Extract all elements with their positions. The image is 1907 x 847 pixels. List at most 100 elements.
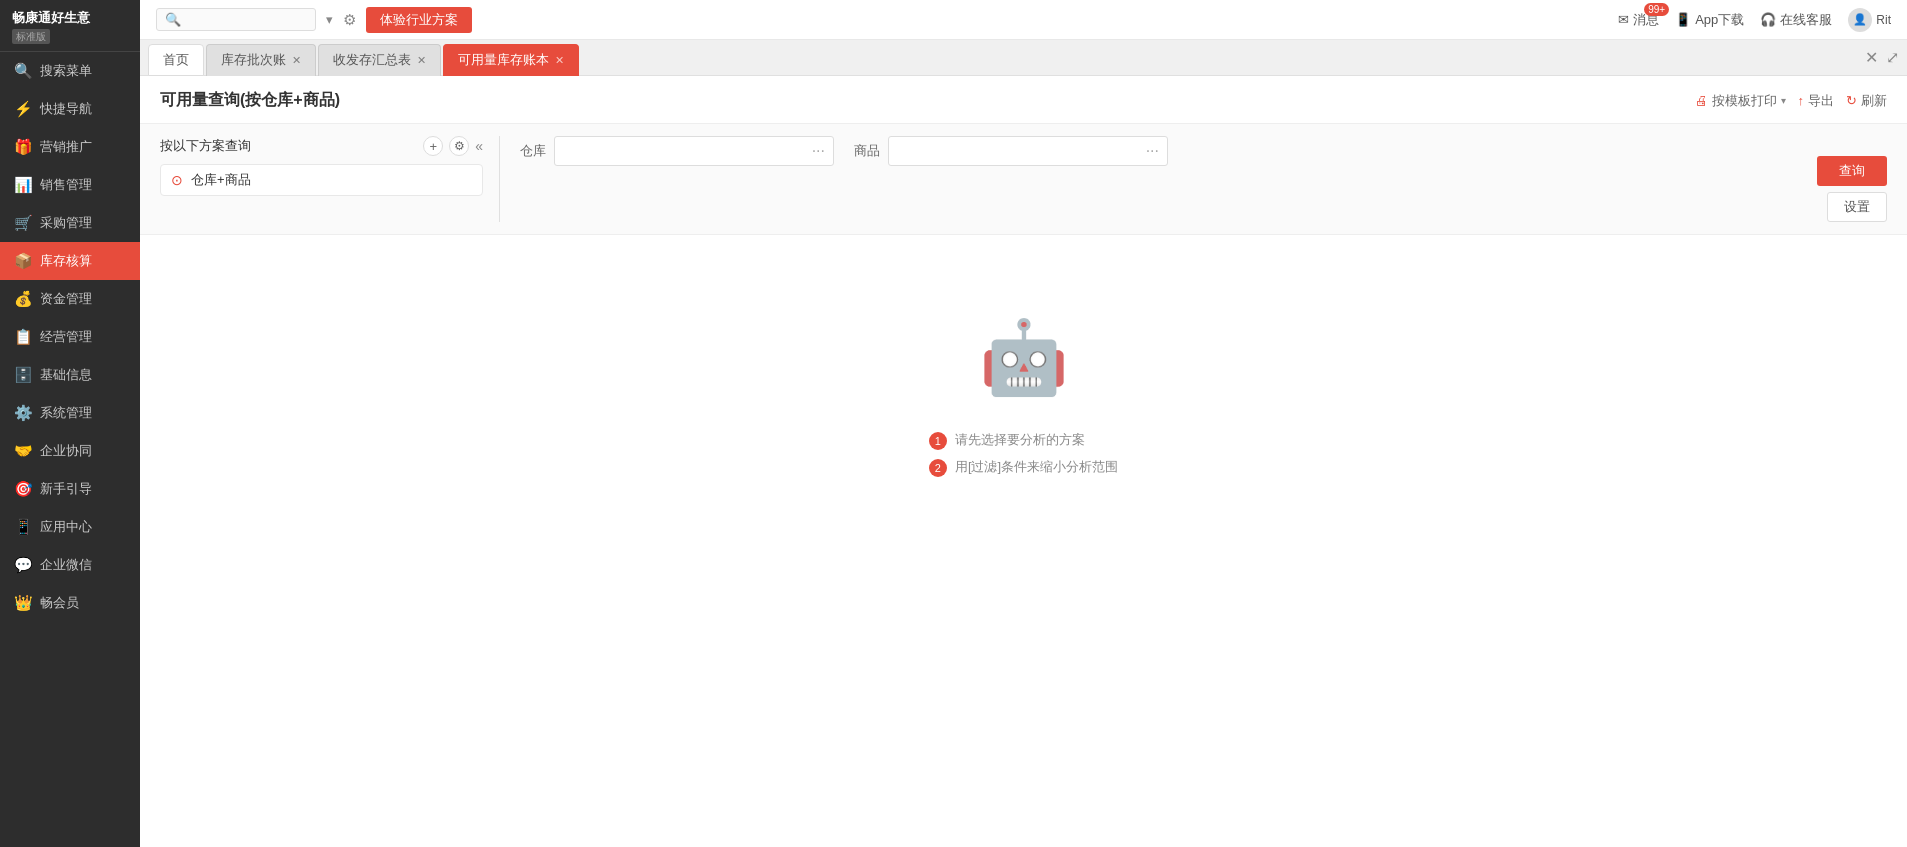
topbar: 🔍 ▾ ⚙ 体验行业方案 ✉ 消息 99+ 📱 App下载 🎧 在线客服 👤 R… — [140, 0, 1907, 40]
tab-close-batch[interactable]: ✕ — [292, 54, 301, 67]
chevron-down-icon[interactable]: ▾ — [1781, 95, 1786, 106]
tab-home[interactable]: 首页 — [148, 44, 204, 76]
gear-icon[interactable]: ⚙ — [343, 11, 356, 29]
tabs-actions: ✕ ⤢ — [1865, 48, 1899, 67]
sidebar-item-member[interactable]: 👑 畅会员 — [0, 584, 140, 622]
shortcut-icon: ⚡ — [14, 100, 32, 118]
empty-robot-icon: 🤖 — [974, 315, 1074, 400]
chart-icon: 📊 — [14, 176, 32, 194]
sidebar-item-sales[interactable]: 📊 销售管理 — [0, 166, 140, 204]
dropdown-icon[interactable]: ▾ — [326, 12, 333, 27]
sidebar-item-inventory[interactable]: 📦 库存核算 — [0, 242, 140, 280]
phone-icon: 📱 — [1675, 12, 1691, 27]
page-title: 可用量查询(按仓库+商品) — [160, 90, 340, 111]
sidebar-item-marketing[interactable]: 🎁 营销推广 — [0, 128, 140, 166]
sidebar-header: 畅康通好生意 标准版 — [0, 0, 140, 52]
tabs-bar: 首页 库存批次账 ✕ 收发存汇总表 ✕ 可用量库存账本 ✕ ✕ ⤢ — [140, 40, 1907, 76]
sidebar-item-shortcut[interactable]: ⚡ 快捷导航 — [0, 90, 140, 128]
tip-number-2: 2 — [929, 459, 947, 477]
settings-button[interactable]: 设置 — [1827, 192, 1887, 222]
sidebar-item-enterprise[interactable]: 🤝 企业协同 — [0, 432, 140, 470]
refresh-icon: ↻ — [1846, 93, 1857, 108]
sidebar: 畅康通好生意 标准版 🔍 搜索菜单 ⚡ 快捷导航 🎁 营销推广 📊 销售管理 🛒… — [0, 0, 140, 847]
clipboard-icon: 📋 — [14, 328, 32, 346]
gift-icon: 🎁 — [14, 138, 32, 156]
export-button[interactable]: ↑ 导出 — [1798, 92, 1835, 110]
query-scheme-panel: 按以下方案查询 + ⚙ « ⊙ 仓库+商品 — [160, 136, 500, 222]
handshake-icon: 🤝 — [14, 442, 32, 460]
settings-scheme-button[interactable]: ⚙ — [449, 136, 469, 156]
sidebar-item-newbie[interactable]: 🎯 新手引导 — [0, 470, 140, 508]
query-scheme-title: 按以下方案查询 — [160, 137, 251, 155]
tab-summary[interactable]: 收发存汇总表 ✕ — [318, 44, 441, 76]
warehouse-more-icon[interactable]: ··· — [812, 142, 825, 160]
query-scheme-header: 按以下方案查询 + ⚙ « — [160, 136, 483, 156]
tab-available[interactable]: 可用量库存账本 ✕ — [443, 44, 579, 76]
filter-product: 商品 ··· — [854, 136, 1168, 166]
refresh-button[interactable]: ↻ 刷新 — [1846, 92, 1887, 110]
database-icon: 🗄️ — [14, 366, 32, 384]
money-icon: 💰 — [14, 290, 32, 308]
tab-close-summary[interactable]: ✕ — [417, 54, 426, 67]
chat-icon: 💬 — [14, 556, 32, 574]
query-button[interactable]: 查询 — [1817, 156, 1887, 186]
filter-row: 仓库 ··· 商品 ··· — [520, 136, 1801, 166]
sidebar-item-finance[interactable]: 💰 资金管理 — [0, 280, 140, 318]
user-avatar[interactable]: 👤 Rit — [1848, 8, 1891, 32]
page-content: 可用量查询(按仓库+商品) 🖨 按模板打印 ▾ ↑ 导出 ↻ 刷新 — [140, 76, 1907, 847]
tab-batch[interactable]: 库存批次账 ✕ — [206, 44, 316, 76]
box-icon: 📦 — [14, 252, 32, 270]
close-window-button[interactable]: ✕ — [1865, 48, 1878, 67]
topbar-search-box[interactable]: 🔍 — [156, 8, 316, 31]
trial-button[interactable]: 体验行业方案 — [366, 7, 472, 33]
warehouse-input[interactable]: ··· — [554, 136, 834, 166]
print-icon: 🖨 — [1695, 93, 1708, 108]
sidebar-item-purchase[interactable]: 🛒 采购管理 — [0, 204, 140, 242]
export-icon: ↑ — [1798, 93, 1805, 108]
empty-tips: 1 请先选择要分析的方案 2 用[过滤]条件来缩小分析范围 — [929, 431, 1118, 477]
tip-number-1: 1 — [929, 432, 947, 450]
search-input[interactable] — [185, 13, 285, 27]
product-input[interactable]: ··· — [888, 136, 1168, 166]
search-icon: 🔍 — [14, 62, 32, 80]
sidebar-item-search[interactable]: 🔍 搜索菜单 — [0, 52, 140, 90]
sidebar-menu: 🔍 搜索菜单 ⚡ 快捷导航 🎁 营销推广 📊 销售管理 🛒 采购管理 📦 库存核… — [0, 52, 140, 847]
search-icon: 🔍 — [165, 12, 181, 27]
warehouse-label: 仓库 — [520, 142, 546, 160]
scheme-item[interactable]: ⊙ 仓库+商品 — [160, 164, 483, 196]
filter-warehouse: 仓库 ··· — [520, 136, 834, 166]
product-label: 商品 — [854, 142, 880, 160]
scheme-icon: ⊙ — [171, 172, 183, 188]
add-scheme-button[interactable]: + — [423, 136, 443, 156]
print-button[interactable]: 🖨 按模板打印 ▾ — [1695, 92, 1786, 110]
message-badge: 99+ — [1644, 3, 1669, 16]
query-filter-area: 仓库 ··· 商品 ··· — [500, 136, 1801, 222]
topbar-right: ✉ 消息 99+ 📱 App下载 🎧 在线客服 👤 Rit — [1618, 8, 1891, 32]
headset-icon: 🎧 — [1760, 12, 1776, 27]
query-scheme-actions: + ⚙ « — [423, 136, 483, 156]
scheme-label: 仓库+商品 — [191, 171, 251, 189]
avatar-icon: 👤 — [1848, 8, 1872, 32]
message-icon: ✉ — [1618, 12, 1629, 27]
message-button[interactable]: ✉ 消息 99+ — [1618, 11, 1659, 29]
empty-state: 🤖 1 请先选择要分析的方案 2 用[过滤]条件来缩小分析范围 — [140, 235, 1907, 557]
product-more-icon[interactable]: ··· — [1146, 142, 1159, 160]
tab-close-available[interactable]: ✕ — [555, 54, 564, 67]
target-icon: 🎯 — [14, 480, 32, 498]
query-button-area: 查询 设置 — [1801, 136, 1887, 222]
online-service-button[interactable]: 🎧 在线客服 — [1760, 11, 1832, 29]
sidebar-item-basic[interactable]: 🗄️ 基础信息 — [0, 356, 140, 394]
expand-button[interactable]: ⤢ — [1886, 48, 1899, 67]
crown-icon: 👑 — [14, 594, 32, 612]
sidebar-item-system[interactable]: ⚙️ 系统管理 — [0, 394, 140, 432]
collapse-panel-button[interactable]: « — [475, 138, 483, 154]
settings-icon: ⚙️ — [14, 404, 32, 422]
sidebar-item-wechat[interactable]: 💬 企业微信 — [0, 546, 140, 584]
query-area: 按以下方案查询 + ⚙ « ⊙ 仓库+商品 仓库 — [140, 124, 1907, 235]
sidebar-item-operation[interactable]: 📋 经营管理 — [0, 318, 140, 356]
phone-icon: 📱 — [14, 518, 32, 536]
empty-tip-2: 2 用[过滤]条件来缩小分析范围 — [929, 458, 1118, 477]
app-download-button[interactable]: 📱 App下载 — [1675, 11, 1744, 29]
sidebar-item-appstore[interactable]: 📱 应用中心 — [0, 508, 140, 546]
empty-illustration: 🤖 — [974, 315, 1074, 415]
